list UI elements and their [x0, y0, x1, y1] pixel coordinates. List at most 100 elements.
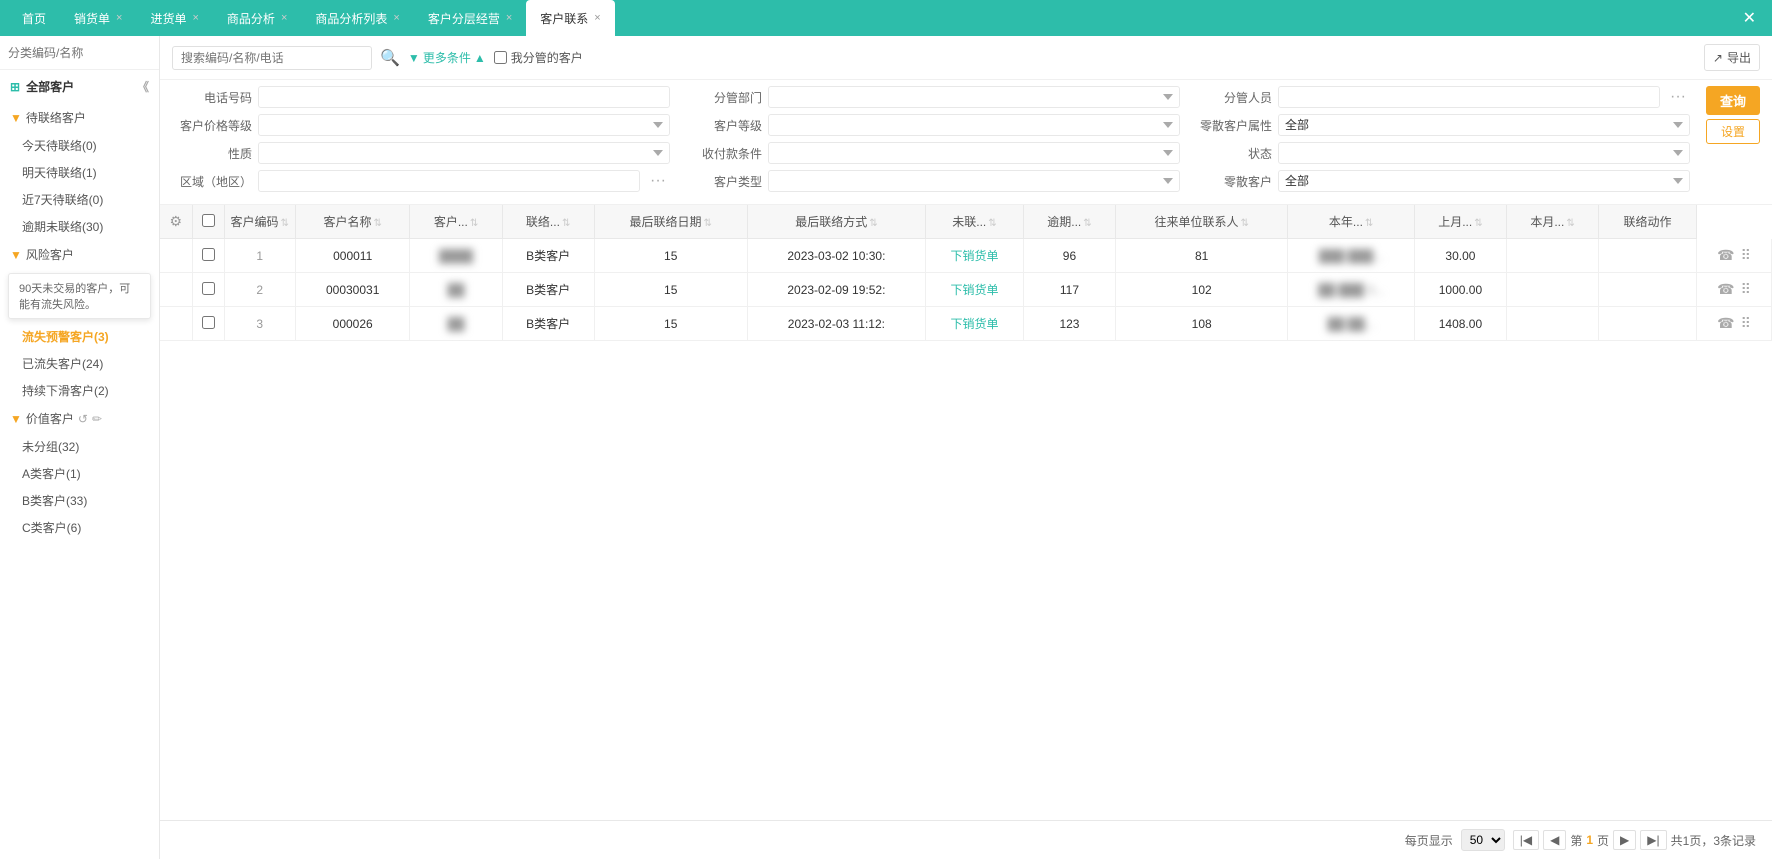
th-yearly[interactable]: 本年...⇅ — [1288, 205, 1415, 239]
sidebar-item-today[interactable]: 今天待联络(0) — [0, 132, 159, 159]
row-last-method-2[interactable]: 下销货单 — [926, 307, 1024, 341]
tab-analysis[interactable]: 商品分析 × — [213, 0, 301, 36]
th-contact[interactable]: 联络...⇅ — [502, 205, 594, 239]
next-page-button[interactable]: ▶ — [1613, 830, 1636, 850]
export-button[interactable]: ↗ 导出 — [1704, 44, 1760, 71]
query-button[interactable]: 查询 — [1706, 86, 1760, 115]
sidebar-item-churned[interactable]: 已流失客户(24) — [0, 350, 159, 377]
th-type[interactable]: 客户...⇅ — [410, 205, 502, 239]
tab-analysis-list-close[interactable]: × — [393, 12, 399, 24]
sidebar-item-class-b[interactable]: B类客户(33) — [0, 487, 159, 514]
sidebar-item-class-a[interactable]: A类客户(1) — [0, 460, 159, 487]
row-checkbox-0[interactable] — [192, 239, 224, 273]
more-conditions-button[interactable]: ▼ 更多条件 ▲ — [408, 49, 486, 66]
row-actions-0: ☎ ⠿ — [1696, 239, 1771, 273]
th-code[interactable]: 客户编码⇅ — [224, 205, 295, 239]
sidebar-item-declining[interactable]: 持续下滑客户(2) — [0, 377, 159, 404]
retail-select[interactable]: 全部 — [1278, 170, 1690, 192]
content-area: 🔍 ▼ 更多条件 ▲ 我分管的客户 ↗ 导出 — [160, 36, 1772, 859]
price-level-select[interactable] — [258, 114, 670, 136]
sidebar-item-overdue[interactable]: 逾期未联络(30) — [0, 213, 159, 240]
sidebar-item-class-c[interactable]: C类客户(6) — [0, 514, 159, 541]
my-customers-checkbox[interactable] — [494, 51, 507, 64]
table-settings-icon[interactable]: ⚙ — [169, 213, 182, 229]
tab-analysis-list[interactable]: 商品分析列表 × — [301, 0, 413, 36]
tab-customer-contact-close[interactable]: × — [594, 12, 600, 24]
filter-cell-phone: 电话号码 — [172, 86, 670, 108]
th-this-month[interactable]: 本月...⇅ — [1506, 205, 1598, 239]
tab-sales[interactable]: 销货单 × — [60, 0, 136, 36]
nature-select[interactable] — [258, 142, 670, 164]
sidebar-group-value-title[interactable]: ▼ 价值客户 ↺ ✏ — [0, 404, 159, 433]
sidebar-item-tomorrow[interactable]: 明天待联络(1) — [0, 159, 159, 186]
dept-select[interactable] — [768, 86, 1180, 108]
payment-select[interactable] — [768, 142, 1180, 164]
tab-sales-close[interactable]: × — [116, 12, 122, 24]
last-page-button[interactable]: ▶| — [1640, 830, 1666, 850]
th-last-method[interactable]: 最后联络方式⇅ — [747, 205, 925, 239]
window-close-button[interactable]: ✕ — [1735, 8, 1764, 28]
action-more-icon[interactable]: ⠿ — [1741, 315, 1751, 332]
tab-purchase[interactable]: 进货单 × — [136, 0, 212, 36]
sidebar-group-risk-title[interactable]: ▼ 风险客户 — [0, 240, 159, 269]
row-yearly-1: 1000.00 — [1414, 273, 1506, 307]
th-checkbox[interactable] — [192, 205, 224, 239]
sidebar-group-value: ▼ 价值客户 ↺ ✏ 未分组(32) A类客户(1) B类客户(33) C类客户… — [0, 404, 159, 541]
customer-level-select[interactable] — [768, 114, 1180, 136]
th-uncontacted[interactable]: 未联...⇅ — [926, 205, 1024, 239]
sidebar-item-churn-warn[interactable]: 流失预警客户(3) — [0, 323, 159, 350]
action-more-icon[interactable]: ⠿ — [1741, 247, 1751, 264]
tab-home[interactable]: 首页 — [8, 0, 60, 36]
first-page-button[interactable]: |◀ — [1513, 830, 1539, 850]
prev-page-button[interactable]: ◀ — [1543, 830, 1566, 850]
row-actions-1: ☎ ⠿ — [1696, 273, 1771, 307]
sidebar-item-ungrouped[interactable]: 未分组(32) — [0, 433, 159, 460]
sidebar-group-pending-title[interactable]: ▼ 待联络客户 — [0, 103, 159, 132]
action-contact-icon[interactable]: ☎ — [1717, 247, 1734, 264]
th-last-month[interactable]: 上月...⇅ — [1414, 205, 1506, 239]
settings-button[interactable]: 设置 — [1706, 119, 1760, 144]
tab-purchase-close[interactable]: × — [192, 12, 198, 24]
person-input[interactable] — [1278, 86, 1660, 108]
tab-customer-contact[interactable]: 客户联系 × — [526, 0, 614, 36]
person-more-icon[interactable]: ··· — [1666, 88, 1690, 106]
retail-attr-select[interactable]: 全部 — [1278, 114, 1690, 136]
status-select[interactable] — [1278, 142, 1690, 164]
filter-search-button[interactable]: 🔍 — [380, 48, 400, 68]
action-more-icon[interactable]: ⠿ — [1741, 281, 1751, 298]
action-contact-icon[interactable]: ☎ — [1717, 315, 1734, 332]
th-person[interactable]: 往来单位联系人⇅ — [1116, 205, 1288, 239]
select-all-checkbox[interactable] — [202, 214, 215, 227]
th-name[interactable]: 客户名称⇅ — [295, 205, 410, 239]
tab-customer-tier[interactable]: 客户分层经营 × — [414, 0, 526, 36]
th-settings[interactable]: ⚙ — [160, 205, 192, 239]
action-contact-icon[interactable]: ☎ — [1717, 281, 1734, 298]
customer-type-select[interactable] — [768, 170, 1180, 192]
row-last-date-2: 2023-02-03 11:12: — [747, 307, 925, 341]
per-page-select[interactable]: 50 — [1461, 829, 1505, 851]
th-last-date[interactable]: 最后联络日期⇅ — [594, 205, 747, 239]
sidebar: 🔍 ⊞ 全部客户 《 ▼ 待联络客户 今天待联络(0) 明天待联络(1) 近7天… — [0, 36, 160, 859]
region-input[interactable] — [258, 170, 640, 192]
row-person-0: ███ ███... — [1288, 239, 1415, 273]
tab-analysis-close[interactable]: × — [281, 12, 287, 24]
row-num-0: 1 — [224, 239, 295, 273]
risk-tooltip: 90天未交易的客户，可能有流失风险。 — [8, 273, 151, 319]
phone-input[interactable] — [258, 86, 670, 108]
refresh-icon[interactable]: ↺ — [78, 412, 88, 426]
my-customers-checkbox-label[interactable]: 我分管的客户 — [494, 49, 583, 66]
edit-icon[interactable]: ✏ — [92, 412, 102, 426]
row-checkbox-2[interactable] — [192, 307, 224, 341]
row-checkbox-1[interactable] — [192, 273, 224, 307]
sidebar-all-customers[interactable]: ⊞ 全部客户 《 — [0, 70, 159, 103]
tab-customer-tier-close[interactable]: × — [506, 12, 512, 24]
region-more-icon[interactable]: ··· — [646, 172, 670, 190]
sidebar-search-input[interactable] — [8, 46, 160, 60]
sidebar-item-7days[interactable]: 近7天待联络(0) — [0, 186, 159, 213]
arrow-icon: ▼ — [10, 111, 22, 125]
row-overdue-0: 81 — [1116, 239, 1288, 273]
th-overdue[interactable]: 逾期...⇅ — [1023, 205, 1115, 239]
filter-search-input[interactable] — [172, 46, 372, 70]
row-last-method-0[interactable]: 下销货单 — [926, 239, 1024, 273]
row-last-method-1[interactable]: 下销货单 — [926, 273, 1024, 307]
